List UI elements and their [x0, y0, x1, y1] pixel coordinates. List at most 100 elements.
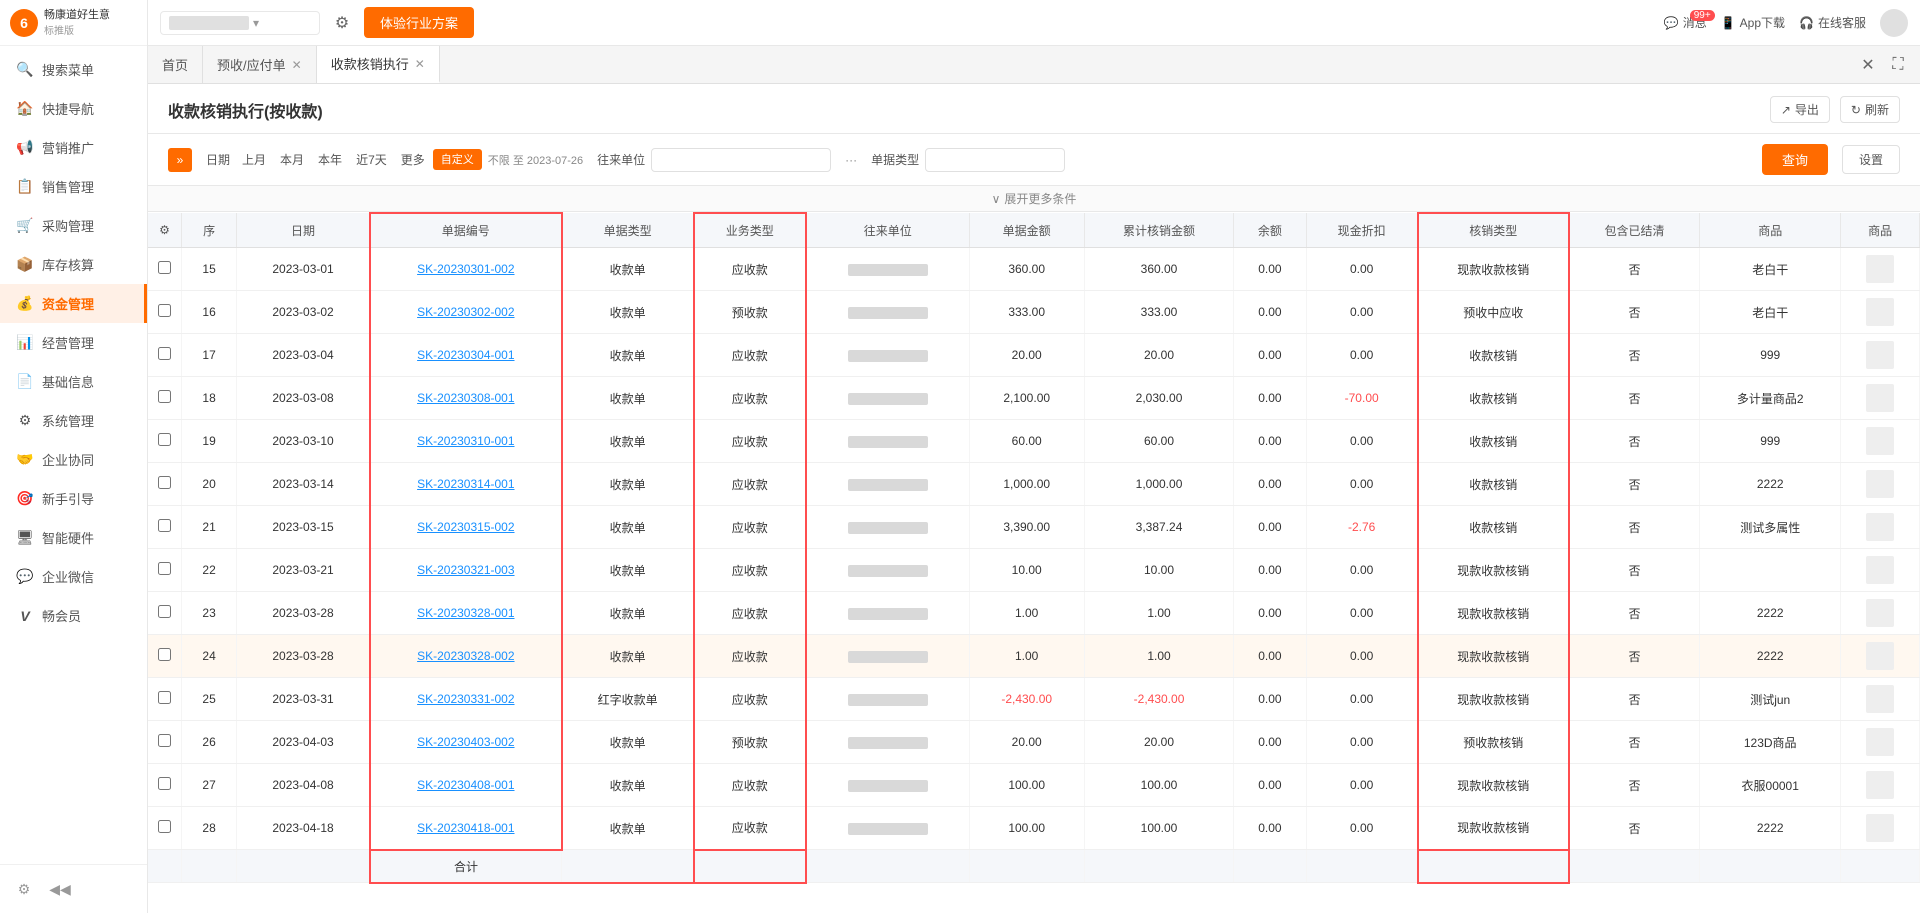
table-wrap[interactable]: ⚙ 序 日期 单据编号 单据类型 业务类型 往来单位 单据金额 累计核销金额 余… [148, 212, 1920, 913]
sidebar-item-basic[interactable]: 📄 基础信息 [0, 362, 147, 401]
expand-conditions-button[interactable]: ∨ 展开更多条件 [992, 190, 1077, 207]
tab-writeoff-close[interactable]: ✕ [415, 57, 425, 71]
cell-doc-no[interactable]: SK-20230314-001 [370, 463, 562, 506]
export-button[interactable]: ↗ 导出 [1770, 96, 1830, 123]
cell-row-no: 21 [182, 506, 237, 549]
cell-biz-type: 应收款 [694, 248, 806, 291]
cell-doc-no[interactable]: SK-20230328-001 [370, 592, 562, 635]
date-last-month[interactable]: 上月 [236, 149, 272, 170]
cell-balance: 0.00 [1234, 291, 1306, 334]
sidebar-item-hardware[interactable]: 🖥 智能硬件 [0, 518, 147, 557]
sidebar-item-quick[interactable]: 🏠 快捷导航 [0, 89, 147, 128]
row-checkbox[interactable] [158, 820, 171, 833]
row-checkbox[interactable] [158, 390, 171, 403]
row-checkbox[interactable] [158, 734, 171, 747]
partner-input[interactable] [651, 148, 831, 172]
user-avatar[interactable] [1880, 9, 1908, 37]
cell-balance: 0.00 [1234, 549, 1306, 592]
cell-settings [148, 291, 182, 334]
date-custom[interactable]: 自定义 [433, 149, 482, 170]
doc-type-select[interactable] [925, 148, 1065, 172]
tab-home[interactable]: 首页 [148, 46, 203, 83]
tab-prepay[interactable]: 预收/应付单 ✕ [203, 46, 317, 83]
row-checkbox[interactable] [158, 433, 171, 446]
sidebar-item-search[interactable]: 🔍 搜索菜单 [0, 50, 147, 89]
cell-doc-no[interactable]: SK-20230328-002 [370, 635, 562, 678]
cell-goods-img [1841, 592, 1920, 635]
cell-date: 2023-03-02 [237, 291, 370, 334]
topbar-gear-button[interactable]: ⚙ [328, 9, 356, 37]
cell-include-settled: 否 [1569, 506, 1700, 549]
table-row: 27 2023-04-08 SK-20230408-001 收款单 应收款 10… [148, 764, 1920, 807]
cell-doc-no[interactable]: SK-20230310-001 [370, 420, 562, 463]
refresh-button[interactable]: ↻ 刷新 [1840, 96, 1900, 123]
sidebar-item-finance[interactable]: 💰 资金管理 [0, 284, 147, 323]
sidebar-item-enterprise[interactable]: 🤝 企业协同 [0, 440, 147, 479]
col-writeoff-amount: 累计核销金额 [1084, 213, 1233, 248]
sidebar-item-marketing[interactable]: 📢 营销推广 [0, 128, 147, 167]
cell-settings [148, 549, 182, 592]
row-checkbox[interactable] [158, 347, 171, 360]
col-settings[interactable]: ⚙ [148, 213, 182, 248]
row-checkbox[interactable] [158, 304, 171, 317]
date-more[interactable]: 更多 [395, 149, 431, 170]
row-checkbox[interactable] [158, 648, 171, 661]
cell-include-settled: 否 [1569, 420, 1700, 463]
sidebar-item-inventory[interactable]: 📦 库存核算 [0, 245, 147, 284]
tab-close-all-button[interactable]: ✕ [1856, 53, 1880, 77]
tab-expand-button[interactable]: ⛶ [1886, 53, 1910, 77]
row-checkbox[interactable] [158, 777, 171, 790]
date-7days[interactable]: 近7天 [350, 149, 393, 170]
cell-doc-no[interactable]: SK-20230331-002 [370, 678, 562, 721]
cell-partner [806, 764, 969, 807]
row-checkbox[interactable] [158, 261, 171, 274]
app-download-button[interactable]: 📱 App下载 [1721, 14, 1785, 31]
sidebar-item-member[interactable]: V 畅会员 [0, 596, 147, 635]
cell-doc-no[interactable]: SK-20230301-002 [370, 248, 562, 291]
operations-icon: 📊 [16, 334, 34, 352]
expand-label: 展开更多条件 [1004, 190, 1076, 207]
sidebar-item-operations[interactable]: 📊 经营管理 [0, 323, 147, 362]
tab-writeoff[interactable]: 收款核销执行 ✕ [317, 46, 440, 83]
cell-doc-no[interactable]: SK-20230403-002 [370, 721, 562, 764]
cell-doc-no[interactable]: SK-20230308-001 [370, 377, 562, 420]
footer-empty-11 [1418, 850, 1569, 883]
online-service-button[interactable]: 🎧 在线客服 [1799, 14, 1866, 31]
row-checkbox[interactable] [158, 562, 171, 575]
table-body: 15 2023-03-01 SK-20230301-002 收款单 应收款 36… [148, 248, 1920, 850]
row-checkbox[interactable] [158, 605, 171, 618]
sidebar-item-guide[interactable]: 🎯 新手引导 [0, 479, 147, 518]
cell-writeoff-amount: 360.00 [1084, 248, 1233, 291]
sidebar-item-purchase[interactable]: 🛒 采购管理 [0, 206, 147, 245]
date-this-year[interactable]: 本年 [312, 149, 348, 170]
messages-button[interactable]: 💬 消息 99+ [1664, 14, 1707, 31]
cell-doc-no[interactable]: SK-20230408-001 [370, 764, 562, 807]
filter-collapse-button[interactable]: » [168, 148, 192, 172]
headset-icon: 🎧 [1799, 16, 1814, 30]
cell-doc-no[interactable]: SK-20230321-003 [370, 549, 562, 592]
cell-cash-discount: 0.00 [1306, 549, 1418, 592]
cell-row-no: 25 [182, 678, 237, 721]
collapse-icon[interactable]: ◀◀ [46, 875, 74, 903]
cell-settings [148, 248, 182, 291]
hardware-icon: 🖥 [16, 529, 34, 547]
settings-bottom-icon[interactable]: ⚙ [10, 875, 38, 903]
sidebar-item-system[interactable]: ⚙ 系统管理 [0, 401, 147, 440]
topbar-right: 💬 消息 99+ 📱 App下载 🎧 在线客服 [1664, 9, 1908, 37]
query-button[interactable]: 查询 [1762, 144, 1828, 175]
row-checkbox[interactable] [158, 519, 171, 532]
solution-button[interactable]: 体验行业方案 [364, 7, 474, 38]
company-selector[interactable]: ▾ [160, 11, 320, 35]
cell-doc-no[interactable]: SK-20230418-001 [370, 807, 562, 850]
cell-doc-no[interactable]: SK-20230302-002 [370, 291, 562, 334]
date-this-month[interactable]: 本月 [274, 149, 310, 170]
cell-doc-type: 收款单 [562, 463, 694, 506]
row-checkbox[interactable] [158, 476, 171, 489]
sidebar-item-wechat[interactable]: 💬 企业微信 [0, 557, 147, 596]
row-checkbox[interactable] [158, 691, 171, 704]
sidebar-item-sales[interactable]: 📋 销售管理 [0, 167, 147, 206]
cell-doc-no[interactable]: SK-20230315-002 [370, 506, 562, 549]
cell-doc-no[interactable]: SK-20230304-001 [370, 334, 562, 377]
settings-button[interactable]: 设置 [1842, 145, 1900, 174]
tab-prepay-close[interactable]: ✕ [292, 58, 302, 72]
